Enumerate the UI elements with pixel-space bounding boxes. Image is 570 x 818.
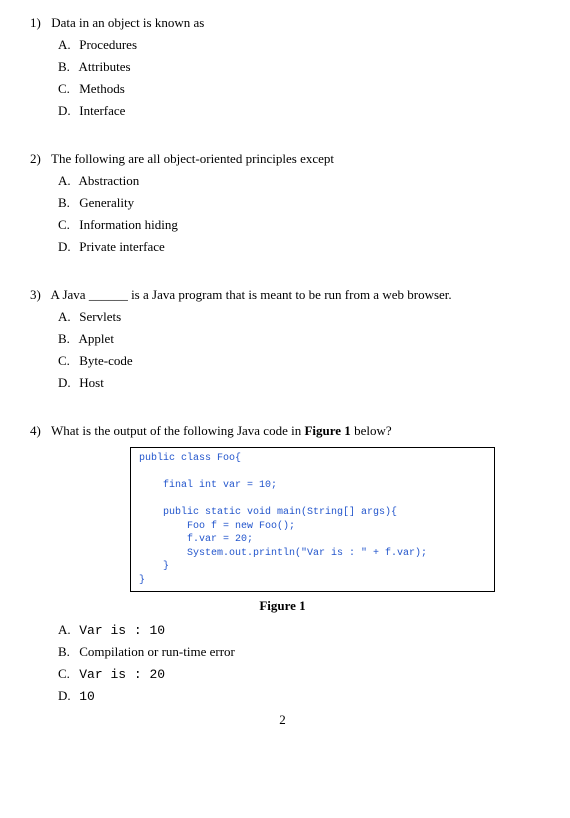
question-4-text: 4) What is the output of the following J… xyxy=(30,423,535,439)
page-number: 2 xyxy=(30,712,535,728)
q2-option-a: A. Abstraction xyxy=(58,173,535,189)
question-2-text: 2) The following are all object-oriented… xyxy=(30,151,535,167)
q3-option-a: A. Servlets xyxy=(58,309,535,325)
q1-option-c: C. Methods xyxy=(58,81,535,97)
code-figure-1: public class Foo{ final int var = 10; pu… xyxy=(130,447,495,592)
question-2: 2) The following are all object-oriented… xyxy=(30,151,535,255)
q1-option-a: A. Procedures xyxy=(58,37,535,53)
question-3: 3) A Java ______ is a Java program that … xyxy=(30,287,535,391)
q3-option-c: C. Byte-code xyxy=(58,353,535,369)
q2-option-b: B. Generality xyxy=(58,195,535,211)
q1-number: 1) xyxy=(30,15,48,31)
question-3-text: 3) A Java ______ is a Java program that … xyxy=(30,287,535,303)
figure-1-caption: Figure 1 xyxy=(30,598,535,614)
q3-number: 3) xyxy=(30,287,48,303)
question-1: 1) Data in an object is known as A. Proc… xyxy=(30,15,535,119)
q4-options: A. Var is : 10 B. Compilation or run-tim… xyxy=(30,622,535,704)
q1-stem: Data in an object is known as xyxy=(51,15,204,30)
q1-option-b: B. Attributes xyxy=(58,59,535,75)
q2-number: 2) xyxy=(30,151,48,167)
q4-option-b: B. Compilation or run-time error xyxy=(58,644,535,660)
question-4: 4) What is the output of the following J… xyxy=(30,423,535,704)
q4-option-d: D. 10 xyxy=(58,688,535,704)
q2-options: A. Abstraction B. Generality C. Informat… xyxy=(30,173,535,255)
q3-stem: A Java ______ is a Java program that is … xyxy=(51,287,452,302)
q3-option-d: D. Host xyxy=(58,375,535,391)
q3-option-b: B. Applet xyxy=(58,331,535,347)
q4-figure-ref: Figure 1 xyxy=(304,423,350,438)
q4-option-a: A. Var is : 10 xyxy=(58,622,535,638)
question-1-text: 1) Data in an object is known as xyxy=(30,15,535,31)
q2-option-c: C. Information hiding xyxy=(58,217,535,233)
q1-option-d: D. Interface xyxy=(58,103,535,119)
q4-stem-part2: below? xyxy=(351,423,392,438)
q3-options: A. Servlets B. Applet C. Byte-code D. Ho… xyxy=(30,309,535,391)
q2-stem: The following are all object-oriented pr… xyxy=(51,151,334,166)
q4-stem-part1: What is the output of the following Java… xyxy=(51,423,304,438)
q4-number: 4) xyxy=(30,423,48,439)
q1-options: A. Procedures B. Attributes C. Methods D… xyxy=(30,37,535,119)
q2-option-d: D. Private interface xyxy=(58,239,535,255)
q4-option-c: C. Var is : 20 xyxy=(58,666,535,682)
